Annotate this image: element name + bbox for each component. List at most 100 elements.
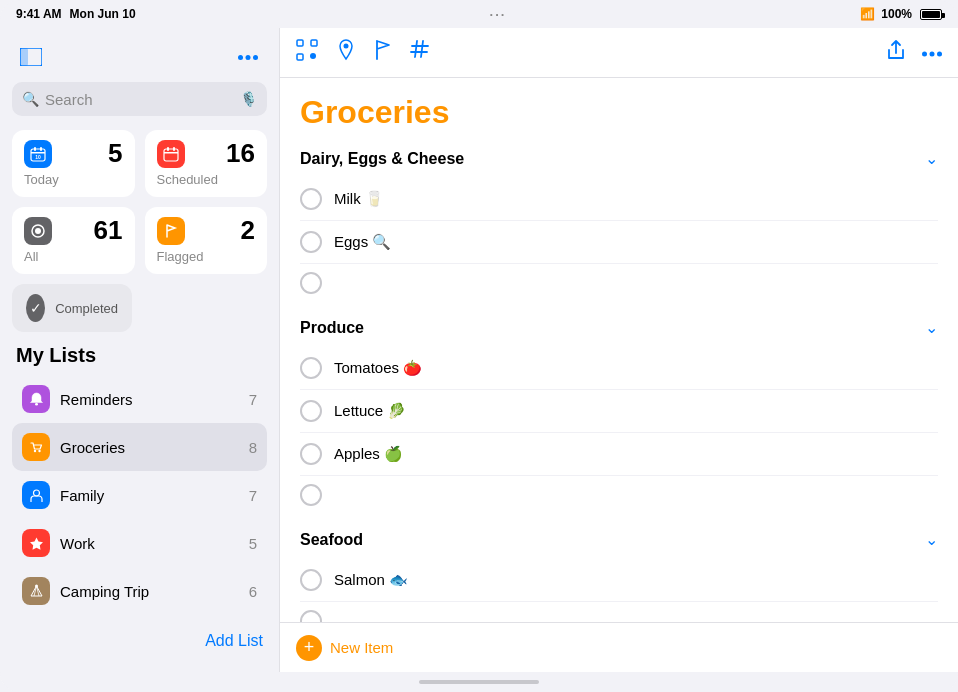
more-detail-icon[interactable] (922, 39, 942, 66)
svg-point-32 (930, 52, 935, 57)
status-time: 9:41 AM (16, 7, 62, 21)
toolbar-left (296, 39, 430, 66)
search-placeholder: Search (45, 91, 234, 108)
reminders-icon (22, 385, 50, 413)
smart-lists: 10 5 Today (0, 130, 279, 284)
tomatoes-checkbox[interactable] (300, 357, 322, 379)
reminders-count: 7 (249, 391, 257, 408)
new-item-icon: + (296, 635, 322, 661)
lettuce-checkbox[interactable] (300, 400, 322, 422)
ipad-frame: 9:41 AM Mon Jun 10 ··· 📶 100% (0, 0, 958, 692)
bottom-bar: + New Item (280, 622, 958, 672)
reminder-lettuce: Lettuce 🥬 (300, 390, 938, 433)
lettuce-text: Lettuce 🥬 (334, 402, 938, 420)
groceries-name: Groceries (60, 439, 239, 456)
status-bar-left: 9:41 AM Mon Jun 10 (16, 7, 136, 21)
list-item-camping[interactable]: Camping Trip 6 (12, 567, 267, 615)
svg-line-28 (421, 41, 423, 57)
microphone-icon[interactable]: 🎙️ (240, 91, 257, 107)
produce-chevron[interactable]: ⌄ (925, 318, 938, 337)
seafood-header: Seafood ⌄ (300, 530, 938, 549)
smart-list-all[interactable]: 61 All (12, 207, 135, 274)
flag-detail-icon[interactable] (374, 39, 392, 66)
work-count: 5 (249, 535, 257, 552)
scheduled-label: Scheduled (157, 172, 256, 187)
svg-point-2 (238, 55, 243, 60)
share-icon[interactable] (886, 39, 906, 66)
seafood-title: Seafood (300, 531, 363, 549)
svg-point-33 (937, 52, 942, 57)
family-icon (22, 481, 50, 509)
smart-list-scheduled[interactable]: 16 Scheduled (145, 130, 268, 197)
smart-list-flagged[interactable]: 2 Flagged (145, 207, 268, 274)
search-bar[interactable]: 🔍 Search 🎙️ (12, 82, 267, 116)
salmon-checkbox[interactable] (300, 569, 322, 591)
home-indicator (0, 672, 958, 692)
battery-label: 100% (881, 7, 912, 21)
salmon-emoji: 🐟 (389, 571, 408, 588)
section-dairy: Dairy, Eggs & Cheese ⌄ Milk 🥛 Eggs (300, 149, 938, 302)
flagged-icon (157, 217, 185, 245)
groceries-icon (22, 433, 50, 461)
completed-label: Completed (55, 301, 118, 316)
sidebar: 🔍 Search 🎙️ 10 (0, 28, 280, 672)
sidebar-top-bar (0, 36, 279, 82)
toolbar-right (886, 39, 942, 66)
svg-rect-10 (164, 149, 178, 161)
apples-emoji: 🍏 (384, 445, 403, 462)
svg-rect-24 (297, 54, 303, 60)
today-icon: 10 (24, 140, 52, 168)
section-produce: Produce ⌄ Tomatoes 🍅 Lettuce (300, 318, 938, 514)
sidebar-more-button[interactable] (233, 42, 263, 72)
eggs-emoji: 🔍 (372, 233, 391, 250)
milk-checkbox[interactable] (300, 188, 322, 210)
dairy-chevron[interactable]: ⌄ (925, 149, 938, 168)
reminder-tomatoes: Tomatoes 🍅 (300, 347, 938, 390)
svg-rect-6 (34, 147, 36, 151)
groceries-count: 8 (249, 439, 257, 456)
camping-name: Camping Trip (60, 583, 239, 600)
hashtag-icon[interactable] (410, 39, 430, 66)
scheduled-count: 16 (226, 140, 255, 166)
add-list-button[interactable]: Add List (0, 622, 279, 664)
scanner-icon[interactable] (296, 39, 318, 66)
list-item-groceries[interactable]: Groceries 8 (12, 423, 267, 471)
main-content: 🔍 Search 🎙️ 10 (0, 28, 958, 672)
completed-icon: ✓ (26, 294, 45, 322)
family-name: Family (60, 487, 239, 504)
home-bar (419, 680, 539, 684)
apples-checkbox[interactable] (300, 443, 322, 465)
svg-point-3 (246, 55, 251, 60)
section-seafood: Seafood ⌄ Salmon 🐟 (300, 530, 938, 622)
add-list-label: Add List (205, 632, 263, 649)
svg-rect-0 (20, 48, 28, 66)
family-count: 7 (249, 487, 257, 504)
list-item-family[interactable]: Family 7 (12, 471, 267, 519)
sidebar-toggle-button[interactable] (16, 42, 46, 72)
detail-content: Groceries Dairy, Eggs & Cheese ⌄ Milk 🥛 (280, 78, 958, 622)
location-icon[interactable] (336, 39, 356, 66)
produce-new-checkbox[interactable] (300, 484, 322, 506)
svg-point-31 (922, 52, 927, 57)
wifi-icon: 📶 (860, 7, 875, 21)
list-item-work[interactable]: Work 5 (12, 519, 267, 567)
seafood-chevron[interactable]: ⌄ (925, 530, 938, 549)
svg-rect-13 (164, 152, 178, 154)
reminders-name: Reminders (60, 391, 239, 408)
seafood-new-checkbox[interactable] (300, 610, 322, 622)
reminder-salmon: Salmon 🐟 (300, 559, 938, 602)
completed-card[interactable]: ✓ Completed (12, 284, 132, 332)
svg-rect-7 (40, 147, 42, 151)
eggs-text: Eggs 🔍 (334, 233, 938, 251)
battery-icon (920, 9, 942, 20)
svg-point-26 (344, 44, 349, 49)
eggs-checkbox[interactable] (300, 231, 322, 253)
smart-list-today[interactable]: 10 5 Today (12, 130, 135, 197)
dairy-new-checkbox[interactable] (300, 272, 322, 294)
all-icon (24, 217, 52, 245)
all-label: All (24, 249, 123, 264)
svg-point-19 (33, 490, 39, 496)
new-item-button[interactable]: + New Item (296, 635, 393, 661)
reminder-apples: Apples 🍏 (300, 433, 938, 476)
list-item-reminders[interactable]: Reminders 7 (12, 375, 267, 423)
